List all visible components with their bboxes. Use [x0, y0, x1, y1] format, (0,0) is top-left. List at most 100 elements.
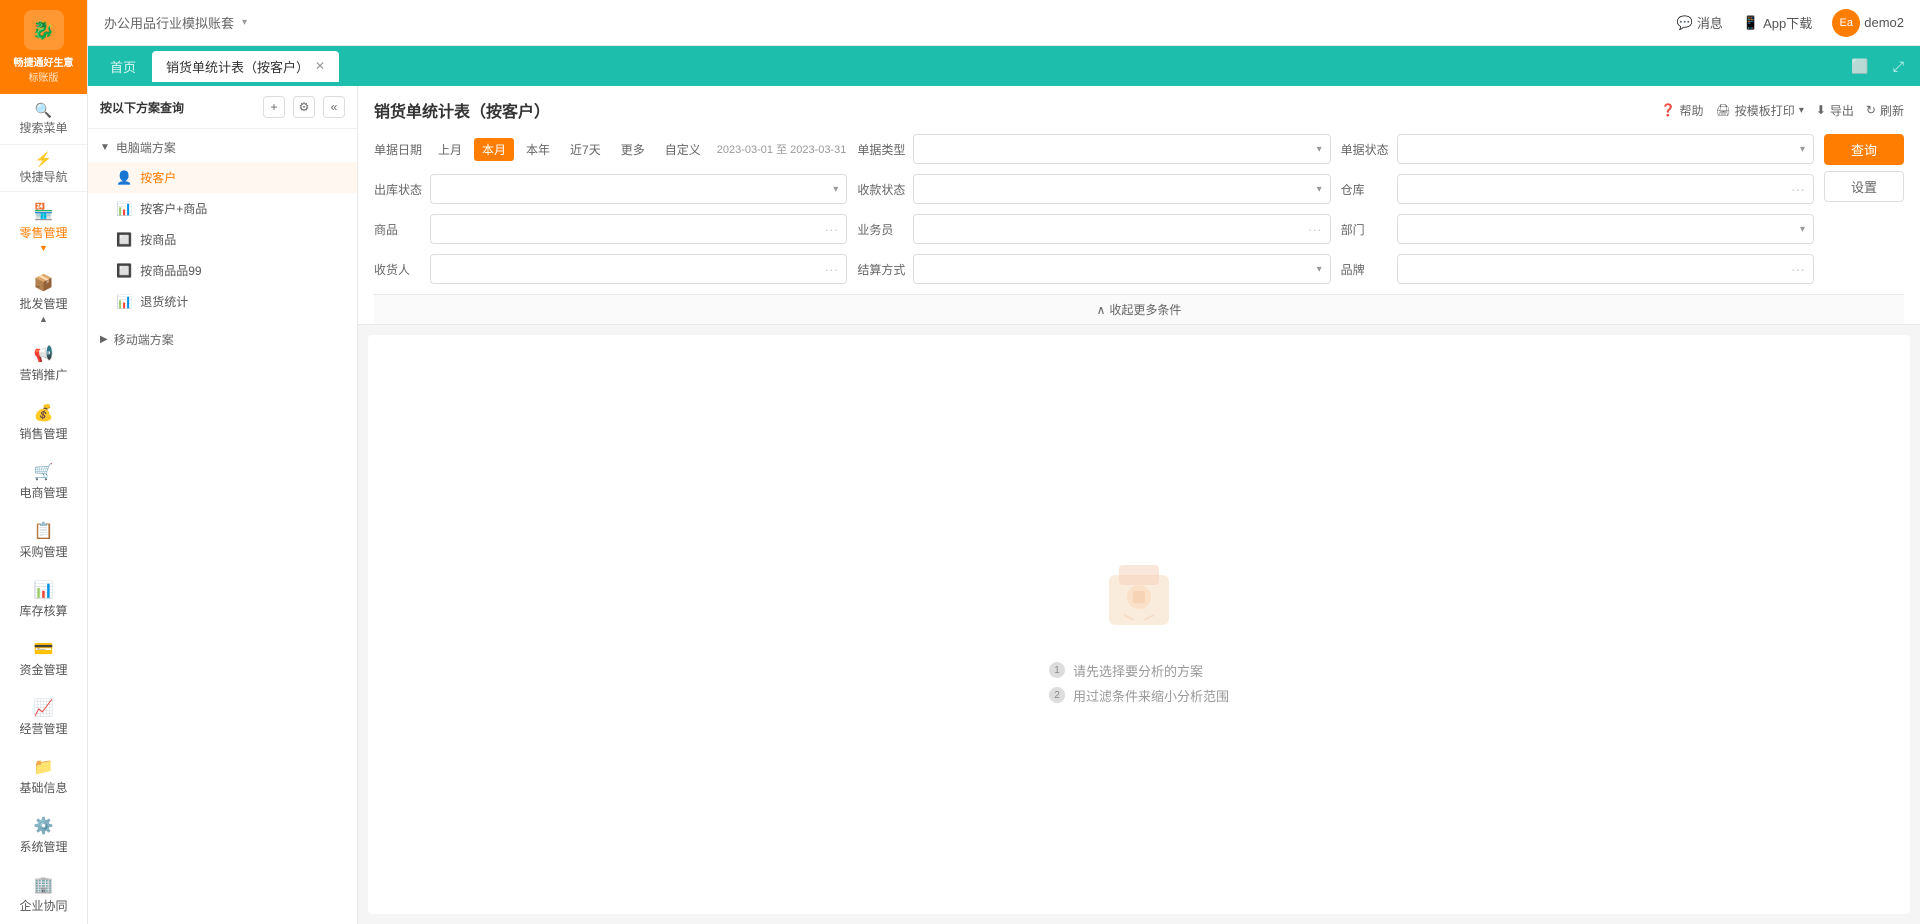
sidebar-item-finance[interactable]: 💳 资金管理	[0, 629, 87, 688]
tree-group-mobile[interactable]: ▶ 移动端方案	[88, 325, 357, 354]
department-arrow: ▾	[1800, 224, 1805, 235]
app-download-btn[interactable]: 📱 App下载	[1743, 13, 1812, 32]
staff-input[interactable]: ···	[913, 214, 1330, 244]
industry-label: 办公用品行业模拟账套	[104, 13, 234, 32]
query-button[interactable]: 查询	[1824, 134, 1904, 165]
filter-out-status: 出库状态 ▾	[374, 174, 847, 204]
brand-input[interactable]: ···	[1397, 254, 1814, 284]
product-dots: ···	[824, 221, 838, 237]
sidebar-item-purchase[interactable]: 📋 采购管理	[0, 511, 87, 570]
sidebar-item-enterprise[interactable]: 🏢 企业协同	[0, 865, 87, 924]
date-btn-custom[interactable]: 自定义	[657, 138, 709, 161]
doc-type-input[interactable]: ▾	[913, 134, 1330, 164]
inventory-label: 库存核算	[19, 602, 67, 619]
user-label: demo2	[1864, 15, 1904, 30]
by-product-icon: 🔲	[116, 232, 132, 248]
tree-section-desktop: ▼ 电脑端方案 👤 按客户 📊 按客户+商品 🔲 按商品 🔲 按商品	[88, 129, 357, 321]
filter-settlement: 结算方式 ▾	[857, 254, 1330, 284]
nav-label: 快捷导航	[0, 168, 87, 185]
sidebar-item-retail[interactable]: 🏪 零售管理 ▼	[0, 192, 87, 263]
help-icon: ❓	[1661, 103, 1676, 117]
tree-item-by-customer[interactable]: 👤 按客户	[88, 162, 357, 193]
sidebar-item-ecommerce[interactable]: 🛒 电商管理	[0, 452, 87, 511]
date-btn-last-month[interactable]: 上月	[430, 138, 470, 161]
tab-fullscreen-icon[interactable]: ⤢	[1885, 58, 1912, 75]
date-btn-this-month[interactable]: 本月	[474, 138, 514, 161]
settlement-input[interactable]: ▾	[913, 254, 1330, 284]
empty-step-1: 1 请先选择要分析的方案	[1049, 661, 1229, 680]
empty-illustration	[1089, 545, 1189, 645]
filter-date: 单据日期 上月 本月 本年 近7天 更多 自定义 2023-03-01 至 20…	[374, 138, 847, 161]
receiver-input[interactable]: ···	[430, 254, 847, 284]
step-2-text: 用过滤条件来缩小分析范围	[1073, 686, 1229, 705]
message-label: 消息	[1697, 13, 1723, 32]
ecommerce-icon: 🛒	[34, 462, 54, 482]
sidebar-nav[interactable]: ⚡ 快捷导航	[0, 145, 87, 192]
tree-group-desktop[interactable]: ▼ 电脑端方案	[88, 133, 357, 162]
brand-label: 品牌	[1341, 261, 1391, 278]
date-btn-more[interactable]: 更多	[613, 138, 653, 161]
empty-state: 1 请先选择要分析的方案 2 用过滤条件来缩小分析范围	[368, 335, 1910, 914]
doc-status-label: 单据状态	[1341, 141, 1391, 158]
add-scheme-btn[interactable]: +	[263, 96, 285, 118]
product-input[interactable]: ···	[430, 214, 847, 244]
sidebar-item-operations[interactable]: 📈 经营管理	[0, 688, 87, 747]
tab-minimize-icon[interactable]: ⬜	[1843, 58, 1876, 75]
industry-dropdown-arrow[interactable]: ▾	[242, 17, 247, 28]
sidebar-item-sales[interactable]: 💰 销售管理	[0, 393, 87, 452]
tree-item-by-product[interactable]: 🔲 按商品	[88, 224, 357, 255]
inventory-icon: 📊	[34, 580, 54, 600]
date-btn-last-7[interactable]: 近7天	[562, 138, 609, 161]
warehouse-input[interactable]: ···	[1397, 174, 1814, 204]
filter-staff: 业务员 ···	[857, 214, 1330, 244]
sidebar-item-wholesale[interactable]: 📦 批发管理 ▲	[0, 263, 87, 334]
tab-close-icon[interactable]: ✕	[315, 59, 325, 73]
edit-scheme-btn[interactable]: ⚙	[293, 96, 315, 118]
date-btn-this-year[interactable]: 本年	[518, 138, 558, 161]
export-label: 导出	[1830, 102, 1854, 119]
tab-sales-stats[interactable]: 销货单统计表（按客户） ✕	[152, 51, 339, 82]
doc-status-input[interactable]: ▾	[1397, 134, 1814, 164]
left-panel: 按以下方案查询 + ⚙ « ▼ 电脑端方案 👤 按客户 📊 按客户+商品	[88, 86, 358, 924]
enterprise-icon: 🏢	[34, 875, 54, 895]
sidebar-item-marketing[interactable]: 📢 营销推广	[0, 334, 87, 393]
department-input[interactable]: ▾	[1397, 214, 1814, 244]
tree-item-by-product-99[interactable]: 🔲 按商品品99	[88, 255, 357, 286]
tab-bar: 首页 销货单统计表（按客户） ✕ ⬜ ⤢	[88, 46, 1920, 86]
date-filter-group: 上月 本月 本年 近7天 更多 自定义 2023-03-01 至 2023-03…	[430, 138, 846, 161]
help-label: 帮助	[1680, 102, 1704, 119]
right-panel: 销货单统计表（按客户） ❓ 帮助 🖨 按模板打印 ▾ ⬇	[358, 86, 1920, 924]
sidebar-item-basic[interactable]: 📁 基础信息	[0, 747, 87, 806]
out-status-input[interactable]: ▾	[430, 174, 847, 204]
sidebar-search[interactable]: 🔍 搜索菜单	[0, 94, 87, 145]
avatar: Ea	[1832, 9, 1860, 37]
tree-item-return-stats[interactable]: 📊 退货统计	[88, 286, 357, 317]
collapse-panel-btn[interactable]: «	[323, 96, 345, 118]
sidebar-item-system[interactable]: ⚙️ 系统管理	[0, 806, 87, 865]
help-btn[interactable]: ❓ 帮助	[1661, 102, 1704, 119]
main-area: 办公用品行业模拟账套 ▾ 💬 消息 📱 App下载 Ea demo2 首页	[88, 0, 1920, 924]
tab-home-label: 首页	[110, 57, 136, 76]
logo-text: 畅捷通好生意	[14, 54, 74, 69]
user-menu[interactable]: Ea demo2	[1832, 9, 1904, 37]
template-print-label: 按模板打印	[1735, 102, 1795, 119]
step-2-num: 2	[1049, 687, 1065, 703]
app-download-icon: 📱	[1743, 15, 1759, 31]
refresh-btn[interactable]: ↻ 刷新	[1866, 102, 1904, 119]
template-print-btn[interactable]: 🖨 按模板打印 ▾	[1716, 102, 1804, 119]
export-btn[interactable]: ⬇ 导出	[1816, 102, 1854, 119]
payment-status-input[interactable]: ▾	[913, 174, 1330, 204]
tab-home[interactable]: 首页	[96, 51, 150, 82]
wholesale-arrow: ▲	[39, 314, 48, 324]
sidebar-item-inventory[interactable]: 📊 库存核算	[0, 570, 87, 629]
top-header: 办公用品行业模拟账套 ▾ 💬 消息 📱 App下载 Ea demo2	[88, 0, 1920, 46]
purchase-label: 采购管理	[19, 543, 67, 560]
marketing-label: 营销推广	[19, 366, 67, 383]
settings-button[interactable]: 设置	[1824, 171, 1904, 202]
message-btn[interactable]: 💬 消息	[1677, 13, 1723, 32]
brand-dots: ···	[1791, 261, 1805, 277]
tree-item-customer-product[interactable]: 📊 按客户+商品	[88, 193, 357, 224]
collapse-button[interactable]: ∧ 收起更多条件	[1097, 301, 1182, 318]
customer-product-icon: 📊	[116, 201, 132, 217]
tree-group-desktop-label: 电脑端方案	[116, 139, 176, 156]
